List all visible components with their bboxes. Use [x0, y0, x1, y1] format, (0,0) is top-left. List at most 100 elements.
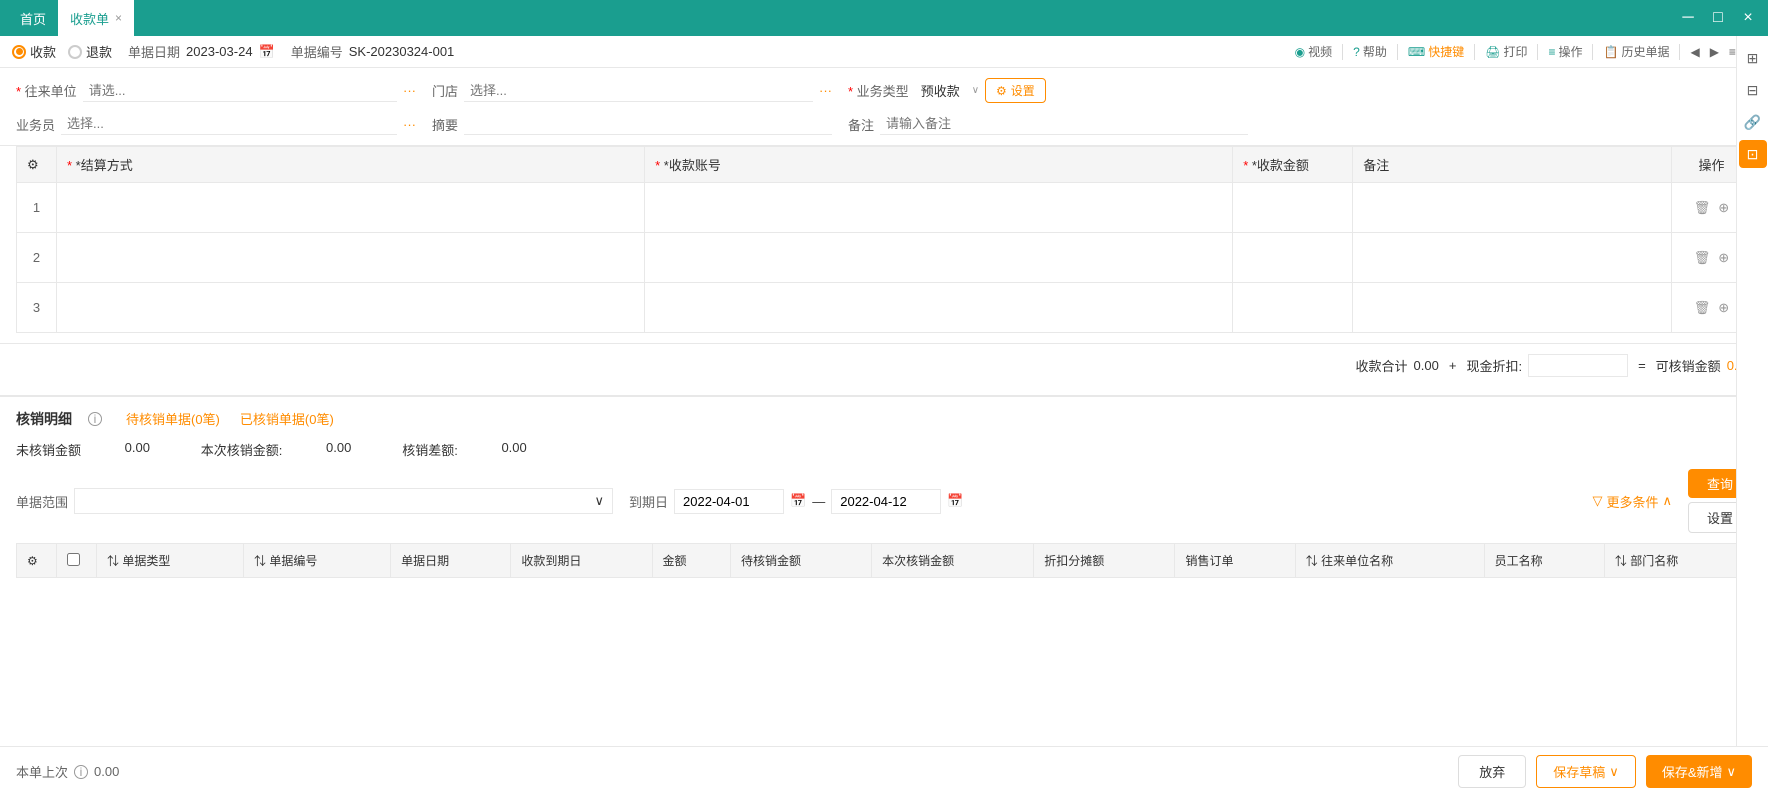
- row-2-account[interactable]: [645, 233, 1233, 283]
- total-summary: 收款合计 0.00: [1356, 356, 1439, 375]
- t2-check-all[interactable]: [67, 553, 80, 566]
- row-2-remark[interactable]: [1353, 233, 1672, 283]
- list-view-btn[interactable]: ≡: [1729, 45, 1736, 59]
- print-btn[interactable]: 🖨 打印: [1485, 43, 1527, 60]
- row-2-delete-icon[interactable]: 🗑: [1694, 250, 1711, 266]
- t2-col-check[interactable]: [57, 544, 97, 578]
- store-input[interactable]: [464, 80, 813, 102]
- window-close-icon[interactable]: ×: [1736, 6, 1760, 30]
- radio-refund-dot: [68, 45, 82, 59]
- t2-col-bill-no: ⇅ 单据编号: [244, 544, 391, 578]
- radio-refund[interactable]: 退款: [68, 42, 112, 61]
- row-1-remark[interactable]: [1353, 183, 1672, 233]
- counterpart-more-icon[interactable]: ···: [403, 83, 416, 98]
- row-3-copy-icon[interactable]: ⊕: [1718, 300, 1729, 316]
- t2-col-bill-no-label: 单据编号: [269, 554, 317, 568]
- row-3-delete-icon[interactable]: 🗑: [1694, 300, 1711, 316]
- nav-next-btn[interactable]: ▶: [1710, 45, 1719, 59]
- reconcile-tabs: 待核销单据(0笔) 已核销单据(0笔): [118, 407, 342, 430]
- row-3-settle[interactable]: [57, 283, 645, 333]
- history-btn[interactable]: 📋 历史单据: [1603, 43, 1669, 60]
- save-new-btn[interactable]: 保存&新增 ∨: [1646, 755, 1752, 788]
- save-draft-btn[interactable]: 保存草稿 ∨: [1536, 755, 1636, 788]
- counterpart-input[interactable]: [83, 80, 397, 102]
- reconcile-stats: 未核销金额 0.00 本次核销金额: 0.00 核销差额: 0.00: [16, 440, 1752, 459]
- window-minimize-icon[interactable]: ─: [1676, 6, 1700, 30]
- nav-prev-btn[interactable]: ◀: [1690, 45, 1699, 59]
- sidebar-doc-icon[interactable]: ⊟: [1739, 76, 1767, 104]
- form-settings-btn[interactable]: ⚙ 设置: [985, 78, 1046, 103]
- tab-done[interactable]: 已核销单据(0笔): [232, 407, 342, 430]
- more-conditions-btn[interactable]: ▽ 更多条件 ∧: [1592, 492, 1672, 511]
- t2-col-employee: 员工名称: [1484, 544, 1604, 578]
- bill-range-select[interactable]: ∨: [74, 488, 613, 514]
- summary-field: 摘要: [432, 113, 832, 135]
- date-to-calendar-icon[interactable]: 📅: [947, 493, 963, 509]
- table-col-settle: *结算方式: [57, 147, 645, 183]
- row-3-remark[interactable]: [1353, 283, 1672, 333]
- filter-icon: ▽: [1592, 493, 1602, 509]
- t2-col-discount: 折扣分摊额: [1034, 544, 1175, 578]
- nav-tab-receipt[interactable]: 收款单 ×: [58, 0, 134, 36]
- salesman-more-icon[interactable]: ···: [403, 117, 416, 132]
- date-to-input[interactable]: [831, 489, 941, 514]
- settle-col-label: *结算方式: [67, 158, 133, 173]
- date-from-calendar-icon[interactable]: 📅: [790, 493, 806, 509]
- sidebar-link-icon[interactable]: 🔗: [1739, 108, 1767, 136]
- row-1-copy-icon[interactable]: ⊕: [1718, 200, 1729, 216]
- t2-col-bill-date-label: 单据日期: [401, 554, 449, 568]
- nav-tab-close-icon[interactable]: ×: [115, 11, 122, 25]
- reconcile-title: 核销明细: [16, 409, 72, 429]
- summary-input[interactable]: [464, 113, 832, 135]
- reconcile-filters: 单据范围 ∨ 到期日 📅 — 📅 ▽ 更多条件 ∧ 查询: [16, 469, 1752, 533]
- row-3-account[interactable]: [645, 283, 1233, 333]
- t2-col-dept: ⇅ 部门名称: [1604, 544, 1751, 578]
- radio-receipt[interactable]: 收款: [12, 42, 56, 61]
- discount-input[interactable]: [1528, 354, 1628, 377]
- nav-next-icon: ▶: [1710, 45, 1719, 59]
- table-row: 2 🗑 ⊕: [17, 233, 1752, 283]
- sidebar-expand-icon[interactable]: ⊡: [1739, 140, 1767, 168]
- t2-col-partner-label: 往来单位名称: [1321, 554, 1393, 568]
- row-1-account[interactable]: [645, 183, 1233, 233]
- row-1-amount[interactable]: [1233, 183, 1353, 233]
- store-more-icon[interactable]: ···: [819, 83, 832, 98]
- window-maximize-icon[interactable]: □: [1706, 6, 1730, 30]
- counterpart-field: 往来单位 ···: [16, 80, 416, 102]
- row-1-settle[interactable]: [57, 183, 645, 233]
- biz-type-chevron-icon[interactable]: ∨: [972, 85, 979, 96]
- salesman-input[interactable]: [61, 113, 397, 135]
- t2-col-pending: 待核销金额: [730, 544, 871, 578]
- row-3-amount[interactable]: [1233, 283, 1353, 333]
- nav-home[interactable]: 首页: [8, 0, 58, 36]
- receipt-table: ⚙ *结算方式 *收款账号 *收款金额 备注 操作: [16, 146, 1752, 333]
- help-btn[interactable]: ? 帮助: [1353, 43, 1387, 60]
- reconcile-section: 核销明细 i 待核销单据(0笔) 已核销单据(0笔) 未核销金额 0.00 本次…: [0, 395, 1768, 588]
- divider-2: [1397, 44, 1398, 60]
- billno-field: 单据编号 SK-20230324-001: [291, 42, 455, 61]
- sort-icon: ⇅: [107, 554, 119, 568]
- date-from-input[interactable]: [674, 489, 784, 514]
- tab-pending[interactable]: 待核销单据(0笔): [118, 407, 228, 430]
- unchecked-label: 未核销金额: [16, 440, 81, 459]
- row-2-settle[interactable]: [57, 233, 645, 283]
- video-btn[interactable]: ◉ 视频: [1295, 43, 1333, 60]
- discard-btn[interactable]: 放弃: [1458, 755, 1526, 788]
- calendar-icon[interactable]: 📅: [259, 44, 275, 60]
- table-col-gear[interactable]: ⚙: [17, 147, 57, 183]
- sidebar-table-icon[interactable]: ⊞: [1739, 44, 1767, 72]
- biz-type-label: 业务类型: [848, 81, 909, 100]
- toolbar: 收款 退款 单据日期 2023-03-24 📅 单据编号 SK-20230324…: [0, 36, 1768, 68]
- row-1-delete-icon[interactable]: 🗑: [1694, 200, 1711, 216]
- t2-col-this-time-label: 本次核销金额: [882, 554, 954, 568]
- operation-btn[interactable]: ≡ 操作: [1548, 43, 1582, 60]
- shortcut-btn[interactable]: ⌨ 快捷键: [1408, 43, 1464, 60]
- remark-input[interactable]: [880, 113, 1248, 135]
- bottom-value: 0.00: [94, 764, 119, 779]
- t2-col-gear[interactable]: ⚙: [17, 544, 57, 578]
- help-label: 帮助: [1363, 43, 1387, 60]
- bottom-bar: 本单上次 i 0.00 放弃 保存草稿 ∨ 保存&新增 ∨: [0, 746, 1768, 796]
- t2-col-bill-type: ⇅ 单据类型: [97, 544, 244, 578]
- row-2-amount[interactable]: [1233, 233, 1353, 283]
- row-2-copy-icon[interactable]: ⊕: [1718, 250, 1729, 266]
